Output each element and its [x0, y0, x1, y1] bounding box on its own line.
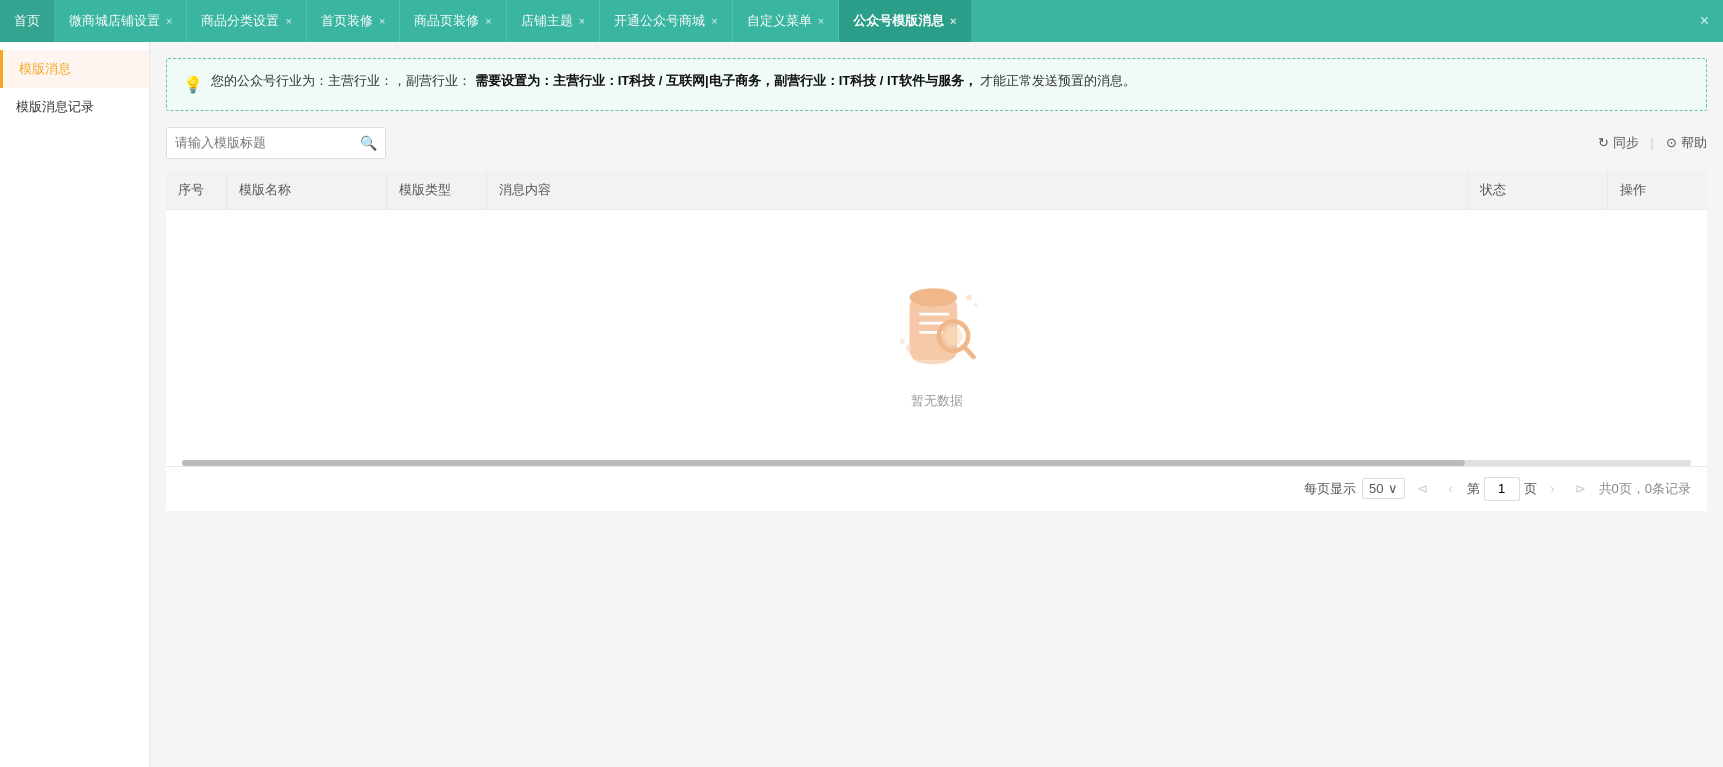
nav-tab-open-mall-label: 开通公众号商城: [614, 12, 705, 30]
nav-tab-template-msg-close[interactable]: ×: [950, 15, 956, 27]
page-number-input[interactable]: [1484, 477, 1520, 501]
horizontal-scrollbar[interactable]: [166, 450, 1707, 466]
notice-box: 💡 您的公众号行业为：主营行业：，副营行业： 需要设置为：主营行业：IT科技 /…: [166, 58, 1707, 111]
table-header-row: 序号 模版名称 模版类型 消息内容 状态 操作: [166, 171, 1707, 210]
sync-button[interactable]: ↻ 同步: [1598, 134, 1639, 152]
svg-point-11: [905, 344, 912, 351]
empty-state: 暂无数据: [166, 210, 1707, 450]
divider: |: [1651, 135, 1654, 150]
search-bar: 🔍 ↻ 同步 | ⊙ 帮助: [166, 127, 1707, 159]
col-header-content: 消息内容: [486, 171, 1467, 210]
empty-row: 暂无数据: [166, 209, 1707, 450]
content-area: 💡 您的公众号行业为：主营行业：，副营行业： 需要设置为：主营行业：IT科技 /…: [150, 42, 1723, 767]
nav-tab-open-mall-close[interactable]: ×: [711, 15, 717, 27]
data-table: 序号 模版名称 模版类型 消息内容 状态 操作: [166, 171, 1707, 450]
nav-tab-category-label: 商品分类设置: [201, 12, 279, 30]
top-nav: 首页 微商城店铺设置 × 商品分类设置 × 首页装修 × 商品页装修 × 店铺主…: [0, 0, 1723, 42]
page-size-wrap: 每页显示 50 ∨: [1304, 478, 1404, 499]
sync-icon: ↻: [1598, 135, 1609, 150]
nav-tab-product-decor[interactable]: 商品页装修 ×: [400, 0, 506, 42]
page-nav: ⊲ ‹ 第 页 › ⊳: [1411, 477, 1593, 501]
notice-icon: 💡: [183, 72, 203, 98]
nav-tab-store-theme[interactable]: 店铺主题 ×: [507, 0, 600, 42]
nav-tab-custom-menu-label: 自定义菜单: [747, 12, 812, 30]
nav-tab-category-close[interactable]: ×: [285, 15, 291, 27]
page-label-suffix: 页: [1524, 480, 1537, 498]
sidebar-item-template-msg-record[interactable]: 模版消息记录: [0, 88, 149, 126]
nav-tab-product-decor-close[interactable]: ×: [485, 15, 491, 27]
page-next-button[interactable]: ›: [1541, 477, 1565, 501]
nav-tab-category[interactable]: 商品分类设置 ×: [187, 0, 306, 42]
main-layout: 模版消息 模版消息记录 💡 您的公众号行业为：主营行业：，副营行业： 需要设置为…: [0, 42, 1723, 767]
nav-tab-store-theme-label: 店铺主题: [521, 12, 573, 30]
nav-tab-home-decor-label: 首页装修: [321, 12, 373, 30]
svg-point-10: [973, 303, 977, 307]
page-size-label: 每页显示: [1304, 480, 1356, 498]
search-actions: ↻ 同步 | ⊙ 帮助: [1598, 134, 1707, 152]
nav-tab-store-theme-close[interactable]: ×: [579, 15, 585, 27]
empty-text: 暂无数据: [166, 392, 1707, 410]
empty-state-icon: [882, 270, 992, 380]
nav-tab-open-mall[interactable]: 开通公众号商城 ×: [600, 0, 732, 42]
svg-point-12: [899, 338, 905, 344]
svg-point-9: [966, 294, 972, 300]
help-icon: ⊙: [1666, 135, 1677, 150]
col-header-index: 序号: [166, 171, 226, 210]
page-first-button[interactable]: ⊲: [1411, 477, 1435, 501]
col-header-status: 状态: [1467, 171, 1607, 210]
nav-tab-home-decor-close[interactable]: ×: [379, 15, 385, 27]
search-input-wrap: 🔍: [166, 127, 386, 159]
nav-close-all-button[interactable]: ×: [1686, 12, 1723, 30]
search-input[interactable]: [175, 135, 360, 150]
col-header-action: 操作: [1607, 171, 1707, 210]
nav-tab-template-msg-label: 公众号模版消息: [853, 12, 944, 30]
page-prev-button[interactable]: ‹: [1439, 477, 1463, 501]
col-header-name: 模版名称: [226, 171, 386, 210]
nav-tab-home-label: 首页: [14, 12, 40, 30]
page-size-select[interactable]: 50 ∨: [1362, 478, 1404, 499]
help-button[interactable]: ⊙ 帮助: [1666, 134, 1707, 152]
page-last-button[interactable]: ⊳: [1569, 477, 1593, 501]
nav-tab-custom-menu-close[interactable]: ×: [818, 15, 824, 27]
page-label-prefix: 第: [1467, 480, 1480, 498]
svg-line-8: [963, 346, 973, 357]
sidebar: 模版消息 模版消息记录: [0, 42, 150, 767]
notice-text: 您的公众号行业为：主营行业：，副营行业： 需要设置为：主营行业：IT科技 / 互…: [211, 71, 1690, 92]
pagination: 每页显示 50 ∨ ⊲ ‹ 第 页 › ⊳ 共0页，0条记录: [166, 466, 1707, 511]
nav-tab-shop-settings-close[interactable]: ×: [166, 15, 172, 27]
nav-tab-product-decor-label: 商品页装修: [414, 12, 479, 30]
scrollbar-track: [182, 460, 1691, 466]
search-button[interactable]: 🔍: [360, 135, 377, 151]
svg-point-2: [909, 288, 957, 306]
sidebar-item-template-msg[interactable]: 模版消息: [0, 50, 149, 88]
nav-tab-custom-menu[interactable]: 自定义菜单 ×: [733, 0, 839, 42]
nav-tab-home-decor[interactable]: 首页装修 ×: [307, 0, 400, 42]
nav-tab-shop-settings-label: 微商城店铺设置: [69, 12, 160, 30]
nav-tab-shop-settings[interactable]: 微商城店铺设置 ×: [55, 0, 187, 42]
nav-tab-home[interactable]: 首页: [0, 0, 55, 42]
chevron-down-icon: ∨: [1388, 481, 1398, 496]
svg-point-7: [944, 326, 962, 344]
nav-tab-template-msg[interactable]: 公众号模版消息 ×: [839, 0, 971, 42]
scrollbar-thumb[interactable]: [182, 460, 1465, 466]
col-header-type: 模版类型: [386, 171, 486, 210]
page-total: 共0页，0条记录: [1599, 480, 1691, 498]
